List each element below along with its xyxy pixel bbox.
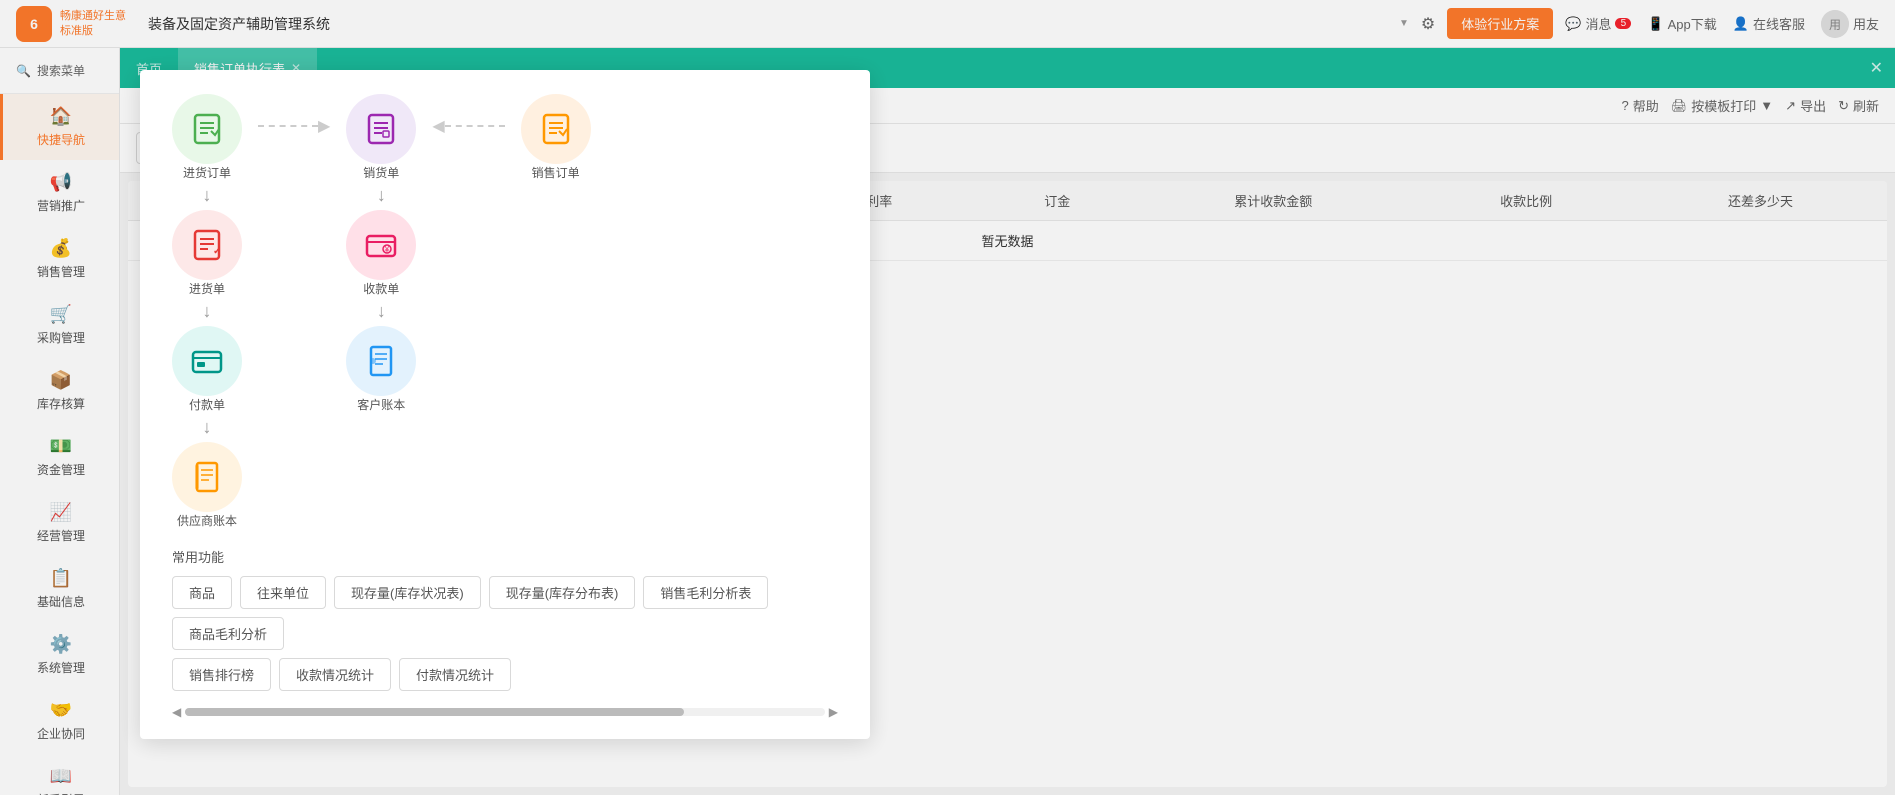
supplier-ledger-node[interactable]: 供应商账本 <box>172 442 242 529</box>
func-buttons-row2: 销售排行榜 收款情况统计 付款情况统计 <box>172 658 838 691</box>
func-btn-sales-rank[interactable]: 销售排行榜 <box>172 658 271 691</box>
svg-text:¥: ¥ <box>384 245 390 254</box>
h-arrows-area: ▶ <box>258 94 330 240</box>
arrow-down-4: ↓ <box>377 185 386 206</box>
quick-guide-modal: 进货订单 ↓ ✓ 进货单 ↓ 付款单 ↓ <box>140 70 870 739</box>
func-buttons-row1: 商品 往来单位 现存量(库存状况表) 现存量(库存分布表) 销售毛利分析表 商品… <box>172 576 838 650</box>
arrow-down-2: ↓ <box>203 301 212 322</box>
sales-order-label: 销售订单 <box>532 164 580 181</box>
func-btn-receipt-stats[interactable]: 收款情况统计 <box>279 658 391 691</box>
svg-text:✓: ✓ <box>213 246 221 257</box>
func-btn-goods[interactable]: 商品 <box>172 576 232 609</box>
purchase-order-node[interactable]: 进货订单 <box>172 94 242 181</box>
customer-ledger-label: 客户账本 <box>357 396 405 413</box>
right-flow-group: 销货单 ↓ ¥ 收款单 ↓ 客户账本 <box>346 94 416 413</box>
func-btn-stock-distribution[interactable]: 现存量(库存分布表) <box>489 576 636 609</box>
sales-bill-node[interactable]: 销货单 <box>346 94 416 181</box>
top-h-arrow: ▶ <box>258 116 330 136</box>
sales-h-arrow: ◀ <box>432 116 504 136</box>
customer-ledger-icon <box>346 326 416 396</box>
payment-bill-node[interactable]: 付款单 <box>172 326 242 413</box>
left-flow-group: 进货订单 ↓ ✓ 进货单 ↓ 付款单 ↓ <box>172 94 242 529</box>
receipt-bill-node[interactable]: ¥ 收款单 <box>346 210 416 297</box>
scroll-left-arrow[interactable]: ◀ <box>172 705 181 719</box>
common-functions-title: 常用功能 <box>172 547 838 566</box>
flow-diagram: 进货订单 ↓ ✓ 进货单 ↓ 付款单 ↓ <box>172 94 838 529</box>
receipt-bill-icon: ¥ <box>346 210 416 280</box>
purchase-bill-node[interactable]: ✓ 进货单 <box>172 210 242 297</box>
common-functions-section: 常用功能 商品 往来单位 现存量(库存状况表) 现存量(库存分布表) 销售毛利分… <box>172 547 838 691</box>
func-btn-payment-stats[interactable]: 付款情况统计 <box>399 658 511 691</box>
func-btn-partners[interactable]: 往来单位 <box>240 576 326 609</box>
modal-scrollbar-area: ◀ ▶ <box>172 705 838 719</box>
purchase-order-label: 进货订单 <box>183 164 231 181</box>
sales-bill-icon <box>346 94 416 164</box>
scrollbar-thumb[interactable] <box>185 708 684 716</box>
payment-bill-icon <box>172 326 242 396</box>
supplier-ledger-label: 供应商账本 <box>177 512 237 529</box>
arrow-down-3: ↓ <box>203 417 212 438</box>
supplier-ledger-icon <box>172 442 242 512</box>
sales-order-group: 销售订单 <box>521 94 591 181</box>
purchase-bill-label: 进货单 <box>189 280 225 297</box>
scroll-right-arrow[interactable]: ▶ <box>829 705 838 719</box>
func-btn-goods-profit[interactable]: 商品毛利分析 <box>172 617 284 650</box>
sales-order-node[interactable]: 销售订单 <box>521 94 591 181</box>
h-arrows-area-2: ◀ <box>432 94 504 240</box>
customer-ledger-node[interactable]: 客户账本 <box>346 326 416 413</box>
purchase-order-icon <box>172 94 242 164</box>
sales-order-icon <box>521 94 591 164</box>
sales-bill-label: 销货单 <box>363 164 399 181</box>
func-btn-stock-status[interactable]: 现存量(库存状况表) <box>334 576 481 609</box>
purchase-bill-icon: ✓ <box>172 210 242 280</box>
receipt-bill-label: 收款单 <box>363 280 399 297</box>
arrow-down-5: ↓ <box>377 301 386 322</box>
payment-bill-label: 付款单 <box>189 396 225 413</box>
arrow-down-1: ↓ <box>203 185 212 206</box>
func-btn-sales-profit[interactable]: 销售毛利分析表 <box>643 576 768 609</box>
